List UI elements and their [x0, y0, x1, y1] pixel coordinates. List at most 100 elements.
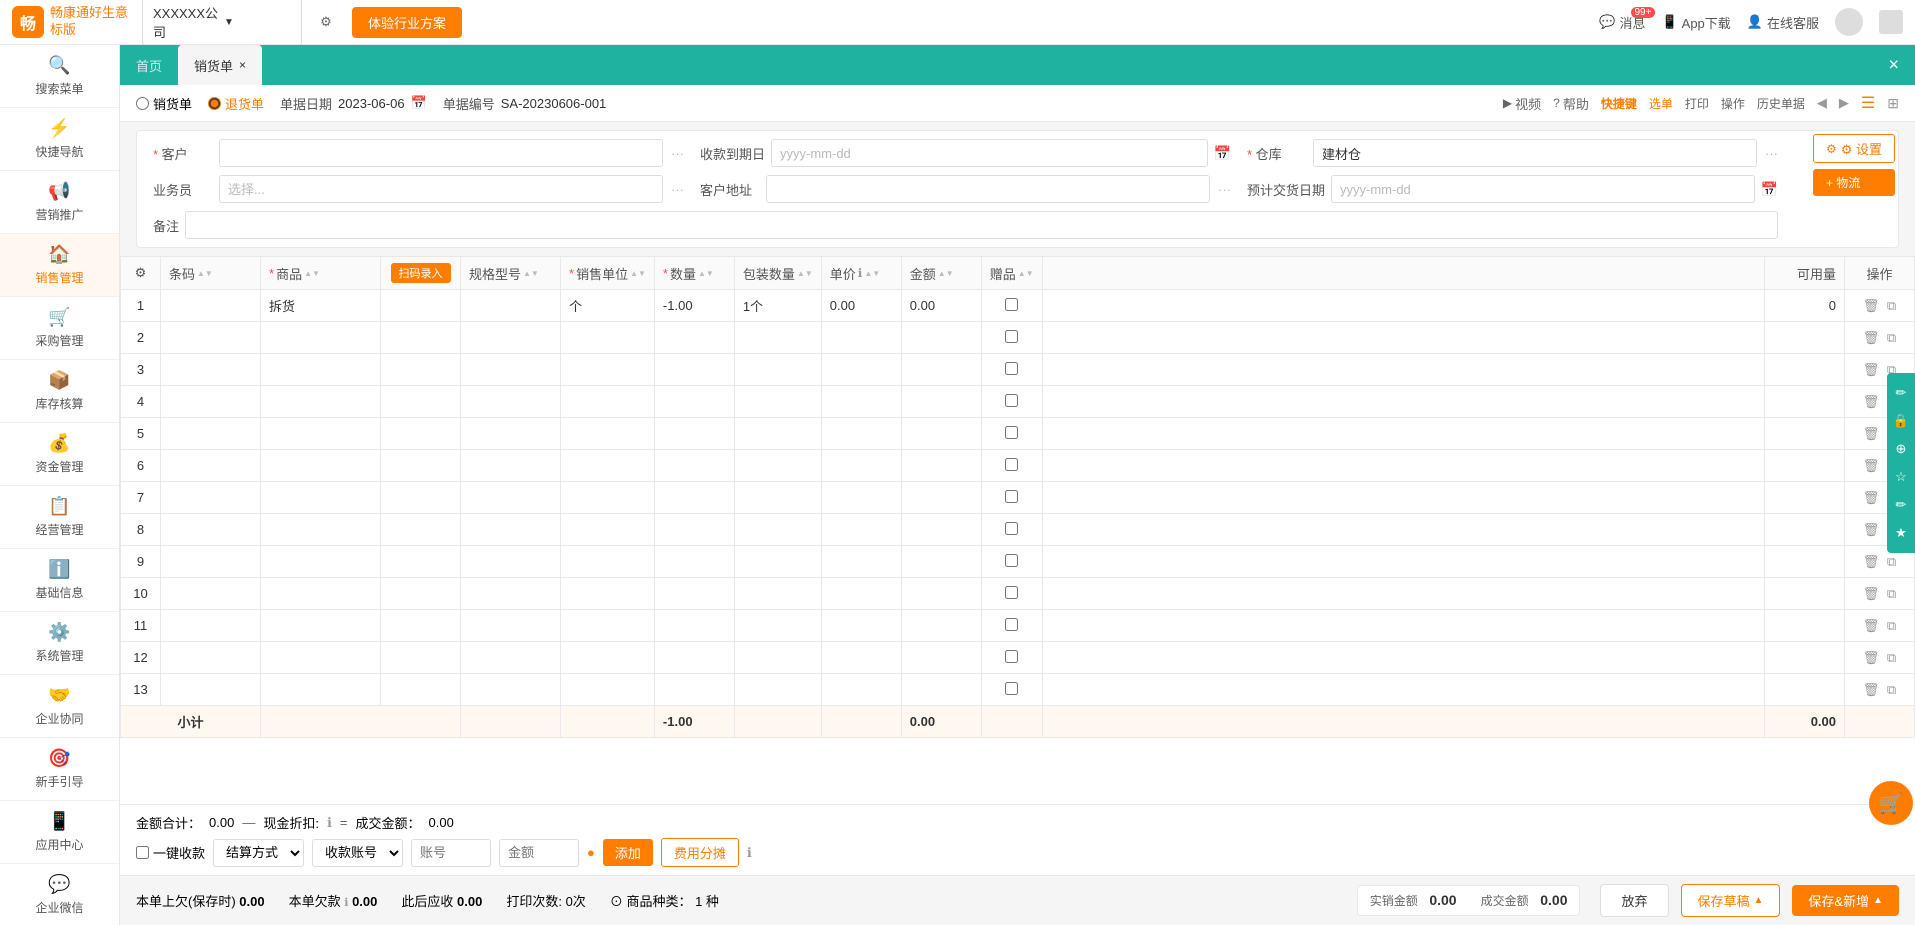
- row-delete-icon[interactable]: 🗑: [1863, 330, 1880, 345]
- row-gift[interactable]: [981, 610, 1042, 642]
- radio-sales-order[interactable]: 销货单: [136, 94, 192, 113]
- row-spec[interactable]: [461, 290, 561, 322]
- sidebar-item-wechat[interactable]: 💬 企业微信: [0, 864, 119, 925]
- sidebar-item-marketing[interactable]: 📢 营销推广: [0, 171, 119, 234]
- logistics-action-btn[interactable]: + 物流: [1813, 169, 1895, 196]
- sidebar-item-quicknav[interactable]: ⚡ 快捷导航: [0, 108, 119, 171]
- sidebar-item-search[interactable]: 🔍 搜索菜单: [0, 45, 119, 108]
- customer-addr-more-icon[interactable]: ···: [1218, 182, 1231, 197]
- row-delete-icon[interactable]: 🗑: [1863, 394, 1880, 409]
- add-button[interactable]: 添加: [603, 839, 653, 866]
- operation-btn[interactable]: 操作: [1721, 95, 1745, 112]
- row-delete-icon[interactable]: 🗑: [1863, 298, 1880, 313]
- sidebar-item-guide[interactable]: 🎯 新手引导: [0, 738, 119, 801]
- sidebar-item-operation[interactable]: 📋 经营管理: [0, 486, 119, 549]
- save-draft-button[interactable]: 保存草稿 ▲: [1681, 884, 1781, 917]
- warehouse-input[interactable]: [1313, 139, 1757, 167]
- row-spec[interactable]: [461, 322, 561, 354]
- message-item[interactable]: 💬 消息 99+: [1599, 13, 1645, 32]
- right-panel-item-6[interactable]: ★: [1889, 521, 1913, 545]
- right-panel-item-3[interactable]: ⊕: [1889, 437, 1913, 461]
- row-gift[interactable]: [981, 386, 1042, 418]
- expense-info-icon[interactable]: ℹ: [747, 845, 752, 861]
- tab-home[interactable]: 首页: [120, 45, 178, 85]
- customer-more-icon[interactable]: ···: [671, 146, 684, 161]
- row-spec[interactable]: [461, 642, 561, 674]
- row-spec[interactable]: [461, 610, 561, 642]
- row-spec[interactable]: [461, 578, 561, 610]
- row-gift[interactable]: [981, 322, 1042, 354]
- row-barcode[interactable]: [161, 546, 261, 578]
- trial-button[interactable]: 体验行业方案: [352, 7, 462, 38]
- company-selector[interactable]: XXXXXX公司 ▼: [142, 0, 302, 46]
- row-delete-icon[interactable]: 🗑: [1863, 426, 1880, 441]
- save-draft-chevron[interactable]: ▲: [1754, 895, 1764, 906]
- online-service-item[interactable]: 👤 在线客服: [1747, 13, 1819, 32]
- row-barcode[interactable]: [161, 418, 261, 450]
- row-spec[interactable]: [461, 546, 561, 578]
- cash-discount-info-icon[interactable]: ℹ: [327, 815, 332, 831]
- sidebar-item-inventory[interactable]: 📦 库存核算: [0, 360, 119, 423]
- print-btn[interactable]: 打印: [1685, 95, 1709, 112]
- expense-btn[interactable]: 费用分摊: [661, 838, 739, 867]
- sidebar-item-purchase[interactable]: 🛒 采购管理: [0, 297, 119, 360]
- row-gift[interactable]: [981, 354, 1042, 386]
- row-spec[interactable]: [461, 354, 561, 386]
- row-barcode[interactable]: [161, 322, 261, 354]
- row-delete-icon[interactable]: 🗑: [1863, 682, 1880, 697]
- row-delete-icon[interactable]: 🗑: [1863, 586, 1880, 601]
- row-spec[interactable]: [461, 514, 561, 546]
- tab-sales-order[interactable]: 销货单 ×: [178, 45, 262, 85]
- save-new-button[interactable]: 保存&新增 ▲: [1792, 885, 1899, 916]
- row-barcode[interactable]: [161, 482, 261, 514]
- row-copy-icon[interactable]: ⧉: [1887, 554, 1896, 569]
- expected-date-input[interactable]: [1331, 175, 1755, 203]
- settings-action-btn[interactable]: ⚙ ⚙ 设置: [1813, 134, 1895, 163]
- row-gift[interactable]: [981, 578, 1042, 610]
- row-barcode[interactable]: [161, 674, 261, 706]
- account-select[interactable]: 收款账号: [312, 839, 403, 867]
- row-gift[interactable]: [981, 674, 1042, 706]
- history-btn[interactable]: 历史单据: [1757, 95, 1805, 112]
- row-gift[interactable]: [981, 418, 1042, 450]
- scan-btn[interactable]: 扫码录入: [391, 263, 451, 283]
- list-view-icon[interactable]: ☰: [1861, 93, 1875, 113]
- calendar-icon[interactable]: 📅: [411, 95, 427, 111]
- row-spec[interactable]: [461, 674, 561, 706]
- bottom-float-button[interactable]: 🛒: [1869, 781, 1913, 825]
- warehouse-more-icon[interactable]: ···: [1765, 146, 1778, 161]
- account-number-input[interactable]: [411, 839, 491, 867]
- user-menu-icon[interactable]: [1879, 10, 1903, 34]
- row-spec[interactable]: [461, 482, 561, 514]
- customer-input[interactable]: [219, 139, 663, 167]
- row-gift[interactable]: [981, 546, 1042, 578]
- close-window-icon[interactable]: ×: [1888, 55, 1899, 76]
- row-barcode[interactable]: [161, 610, 261, 642]
- row-spec[interactable]: [461, 418, 561, 450]
- select-btn[interactable]: 选单: [1649, 95, 1673, 112]
- row-delete-icon[interactable]: 🗑: [1863, 362, 1880, 377]
- row-delete-icon[interactable]: 🗑: [1863, 490, 1880, 505]
- sidebar-item-collab[interactable]: 🤝 企业协同: [0, 675, 119, 738]
- row-copy-icon[interactable]: ⧉: [1887, 298, 1896, 313]
- row-delete-icon[interactable]: 🗑: [1863, 618, 1880, 633]
- row-copy-icon[interactable]: ⧉: [1887, 682, 1896, 697]
- row-spec[interactable]: [461, 450, 561, 482]
- shortcut-btn[interactable]: 快捷键: [1601, 95, 1637, 112]
- sidebar-item-basicinfo[interactable]: ℹ️ 基础信息: [0, 549, 119, 612]
- table-container[interactable]: ⚙ 条码▲▼ *商品▲▼ 扫码录入 规格型号▲▼ *销售单位▲▼: [120, 256, 1915, 804]
- customer-addr-input[interactable]: [766, 175, 1210, 203]
- sidebar-item-finance[interactable]: 💰 资金管理: [0, 423, 119, 486]
- right-panel-item-5[interactable]: ✏: [1889, 493, 1913, 517]
- row-gift[interactable]: [981, 450, 1042, 482]
- remark-input[interactable]: [185, 211, 1778, 239]
- app-download-item[interactable]: 📱 App下载: [1661, 13, 1730, 32]
- radio-sales-input[interactable]: [136, 97, 149, 110]
- avatar[interactable]: [1835, 8, 1863, 36]
- one-click-payment[interactable]: 一键收款: [136, 843, 205, 862]
- row-delete-icon[interactable]: 🗑: [1863, 554, 1880, 569]
- row-gift[interactable]: [981, 290, 1042, 322]
- row-barcode[interactable]: [161, 578, 261, 610]
- row-delete-icon[interactable]: 🗑: [1863, 458, 1880, 473]
- salesperson-more-icon[interactable]: ···: [671, 182, 684, 197]
